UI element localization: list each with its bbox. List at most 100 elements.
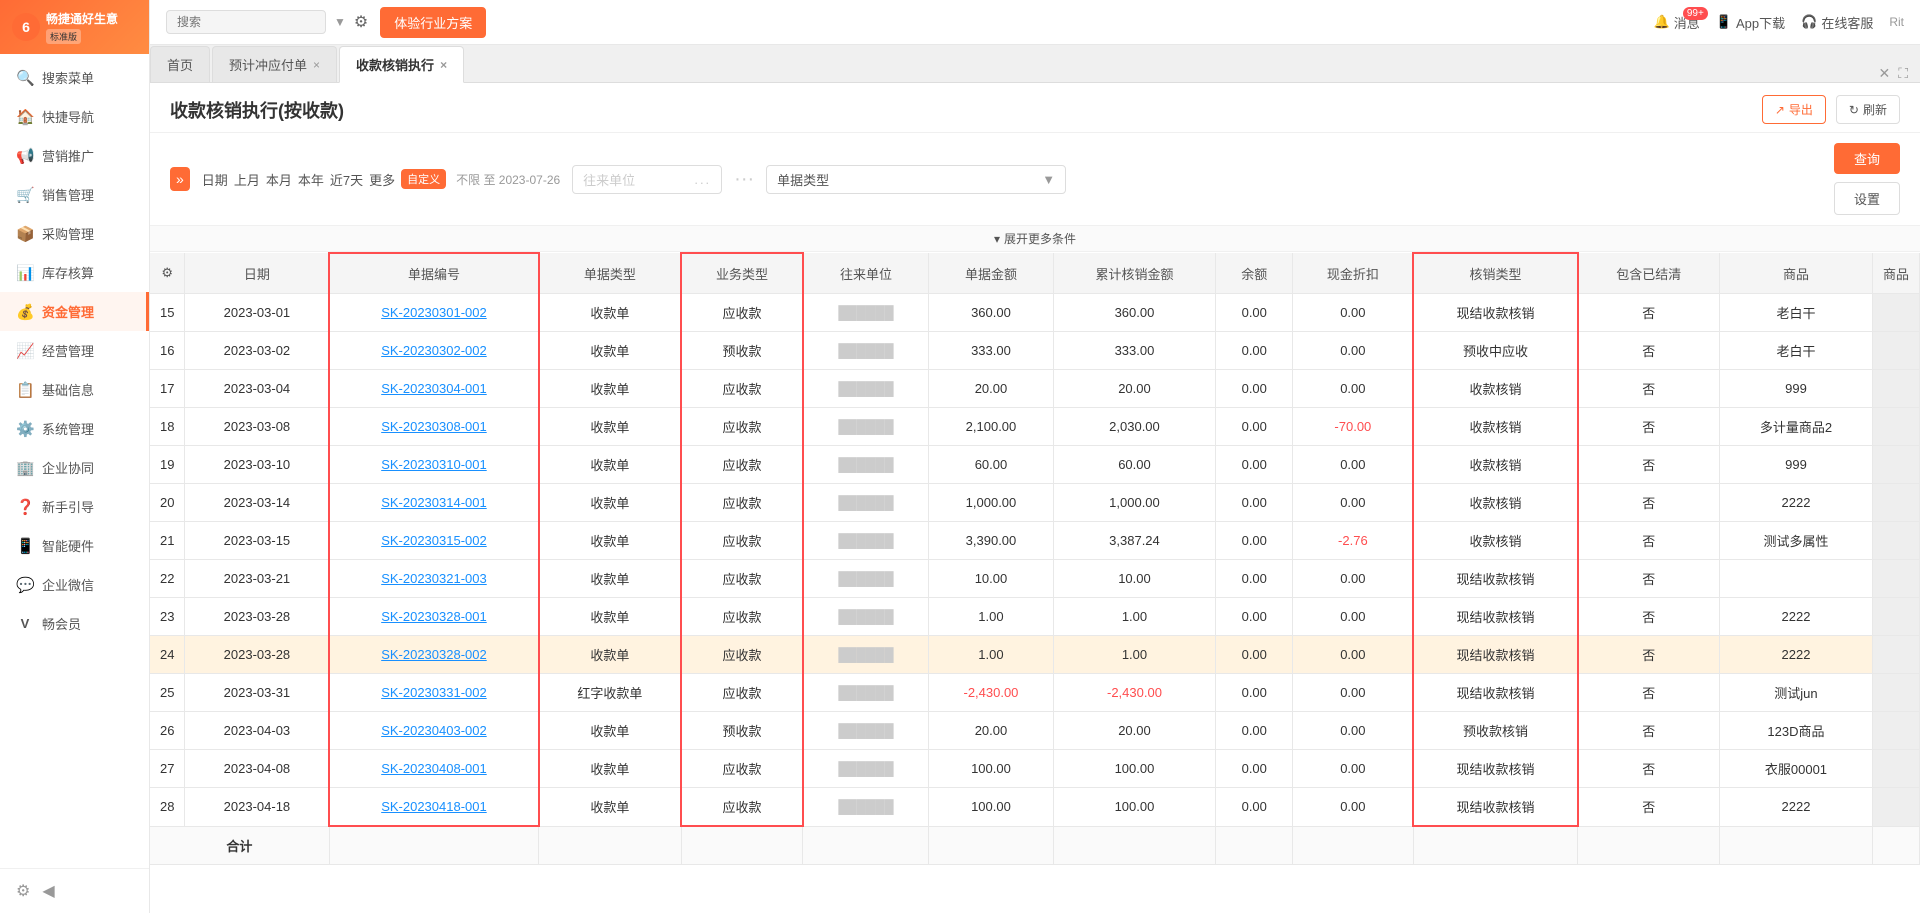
row-bill-no-link[interactable]: SK-20230328-002: [381, 647, 487, 662]
row-bill-no[interactable]: SK-20230331-002: [329, 674, 538, 712]
sidebar-item-shortcuts[interactable]: 🏠 快捷导航: [0, 97, 149, 136]
row-bill-no-link[interactable]: SK-20230302-002: [381, 343, 487, 358]
row-unit: ██████: [803, 598, 929, 636]
row-bill-no[interactable]: SK-20230314-001: [329, 484, 538, 522]
col-gear-header[interactable]: ⚙: [150, 253, 185, 294]
filter-expand-button[interactable]: »: [170, 167, 190, 191]
sidebar-item-enterprise[interactable]: 🏢 企业协同: [0, 448, 149, 487]
setting-button[interactable]: 设置: [1834, 182, 1900, 215]
sidebar-item-marketing[interactable]: 📢 营销推广: [0, 136, 149, 175]
settings-gear-icon[interactable]: ⚙: [354, 12, 368, 32]
app-download[interactable]: 📱 App下载: [1716, 13, 1785, 32]
row-cumulative: 1.00: [1053, 636, 1215, 674]
collapse-icon[interactable]: ◀: [42, 881, 54, 901]
row-bill-no-link[interactable]: SK-20230321-003: [381, 571, 487, 586]
unit-filter[interactable]: 往来单位 ...: [572, 165, 722, 194]
sidebar-item-hardware[interactable]: 📱 智能硬件: [0, 526, 149, 565]
sidebar-item-search[interactable]: 🔍 搜索菜单: [0, 58, 149, 97]
tab-receivable-close-icon[interactable]: ×: [440, 58, 447, 72]
row-bill-no[interactable]: SK-20230408-001: [329, 750, 538, 788]
tab-payable-close-icon[interactable]: ×: [313, 58, 320, 72]
row-bill-no-link[interactable]: SK-20230331-002: [381, 685, 487, 700]
row-bill-no[interactable]: SK-20230321-003: [329, 560, 538, 598]
row-product2: [1872, 370, 1919, 408]
sidebar-bottom: ⚙ ◀: [0, 868, 149, 913]
sidebar-item-operations[interactable]: 📈 经营管理: [0, 331, 149, 370]
row-bill-no[interactable]: SK-20230403-002: [329, 712, 538, 750]
date-this-month[interactable]: 本月: [266, 170, 292, 189]
row-bill-no-link[interactable]: SK-20230308-001: [381, 419, 487, 434]
row-product2: [1872, 560, 1919, 598]
row-bill-no[interactable]: SK-20230315-002: [329, 522, 538, 560]
dropdown-arrow-icon[interactable]: ▼: [334, 15, 346, 29]
topbar-search-input[interactable]: [166, 10, 326, 34]
date-last-month[interactable]: 上月: [234, 170, 260, 189]
sidebar-item-wechat[interactable]: 💬 企业微信: [0, 565, 149, 604]
tab-maximize-icon[interactable]: ⛶: [1898, 65, 1908, 82]
row-cash-discount: 0.00: [1293, 446, 1414, 484]
online-service[interactable]: 🎧 在线客服: [1801, 13, 1873, 32]
row-product1: 999: [1719, 446, 1872, 484]
date-custom-btn[interactable]: 自定义: [401, 169, 446, 189]
sidebar-item-finance[interactable]: 💰 资金管理: [0, 292, 149, 331]
row-biz-type: 应收款: [681, 674, 802, 712]
date-this-year[interactable]: 本年: [298, 170, 324, 189]
type-filter[interactable]: 单据类型 ▼: [766, 165, 1066, 194]
row-product1: 2222: [1719, 484, 1872, 522]
col-balance-header: 余额: [1216, 253, 1293, 294]
date-last-7-days[interactable]: 近7天: [330, 170, 363, 189]
sidebar-item-inventory[interactable]: 📊 库存核算: [0, 253, 149, 292]
row-bill-no-link[interactable]: SK-20230315-002: [381, 533, 487, 548]
row-bill-no-link[interactable]: SK-20230310-001: [381, 457, 487, 472]
row-bill-no-link[interactable]: SK-20230301-002: [381, 305, 487, 320]
row-cash-discount: -70.00: [1293, 408, 1414, 446]
message-badge[interactable]: 🔔 消息 99+: [1654, 13, 1700, 32]
row-bill-no[interactable]: SK-20230308-001: [329, 408, 538, 446]
tab-home[interactable]: 首页: [150, 46, 210, 82]
query-button[interactable]: 查询: [1834, 143, 1900, 174]
row-number: 27: [150, 750, 185, 788]
row-date: 2023-03-15: [185, 522, 329, 560]
row-bill-no-link[interactable]: SK-20230403-002: [381, 723, 487, 738]
tab-payable[interactable]: 预计冲应付单 ×: [212, 46, 337, 82]
settings-bottom-icon[interactable]: ⚙: [16, 881, 30, 901]
row-bill-no[interactable]: SK-20230328-002: [329, 636, 538, 674]
row-bill-no-link[interactable]: SK-20230328-001: [381, 609, 487, 624]
export-button[interactable]: ↗ 导出: [1762, 95, 1826, 124]
col-date-header: 日期: [185, 253, 329, 294]
row-bill-no-link[interactable]: SK-20230314-001: [381, 495, 487, 510]
date-more[interactable]: 更多: [369, 170, 395, 189]
row-product2: [1872, 674, 1919, 712]
sidebar-item-member[interactable]: V 畅会员: [0, 604, 149, 643]
row-bill-no[interactable]: SK-20230304-001: [329, 370, 538, 408]
row-bill-no[interactable]: SK-20230328-001: [329, 598, 538, 636]
sidebar-item-label: 基础信息: [42, 380, 94, 399]
row-bill-type: 收款单: [539, 446, 682, 484]
marketing-icon: 📢: [16, 147, 34, 165]
column-settings-icon[interactable]: ⚙: [161, 265, 173, 280]
sidebar-item-sales[interactable]: 🛒 销售管理: [0, 175, 149, 214]
home-icon: 🏠: [16, 108, 34, 126]
sidebar-item-purchase[interactable]: 📦 采购管理: [0, 214, 149, 253]
row-biz-type: 预收款: [681, 332, 802, 370]
tab-receivable[interactable]: 收款核销执行 ×: [339, 46, 464, 83]
user-name[interactable]: Rit: [1889, 15, 1904, 29]
industry-solution-button[interactable]: 体验行业方案: [380, 7, 486, 38]
sidebar-item-basic[interactable]: 📋 基础信息: [0, 370, 149, 409]
row-bill-no[interactable]: SK-20230301-002: [329, 294, 538, 332]
tab-close-all-icon[interactable]: ✕: [1878, 65, 1890, 82]
row-bill-no-link[interactable]: SK-20230408-001: [381, 761, 487, 776]
row-cash-discount: 0.00: [1293, 560, 1414, 598]
row-bill-no[interactable]: SK-20230418-001: [329, 788, 538, 827]
col-bill-type-header: 单据类型: [539, 253, 682, 294]
expand-more-button[interactable]: ▾ 展开更多条件: [994, 230, 1076, 247]
table-row: 242023-03-28SK-20230328-002收款单应收款██████1…: [150, 636, 1920, 674]
row-bill-no-link[interactable]: SK-20230304-001: [381, 381, 487, 396]
row-bill-no[interactable]: SK-20230302-002: [329, 332, 538, 370]
sidebar-item-guide[interactable]: ❓ 新手引导: [0, 487, 149, 526]
row-write-off-type: 收款核销: [1413, 446, 1577, 484]
row-bill-no-link[interactable]: SK-20230418-001: [381, 799, 487, 814]
sidebar-item-system[interactable]: ⚙️ 系统管理: [0, 409, 149, 448]
refresh-button[interactable]: ↻ 刷新: [1836, 95, 1900, 124]
row-bill-no[interactable]: SK-20230310-001: [329, 446, 538, 484]
